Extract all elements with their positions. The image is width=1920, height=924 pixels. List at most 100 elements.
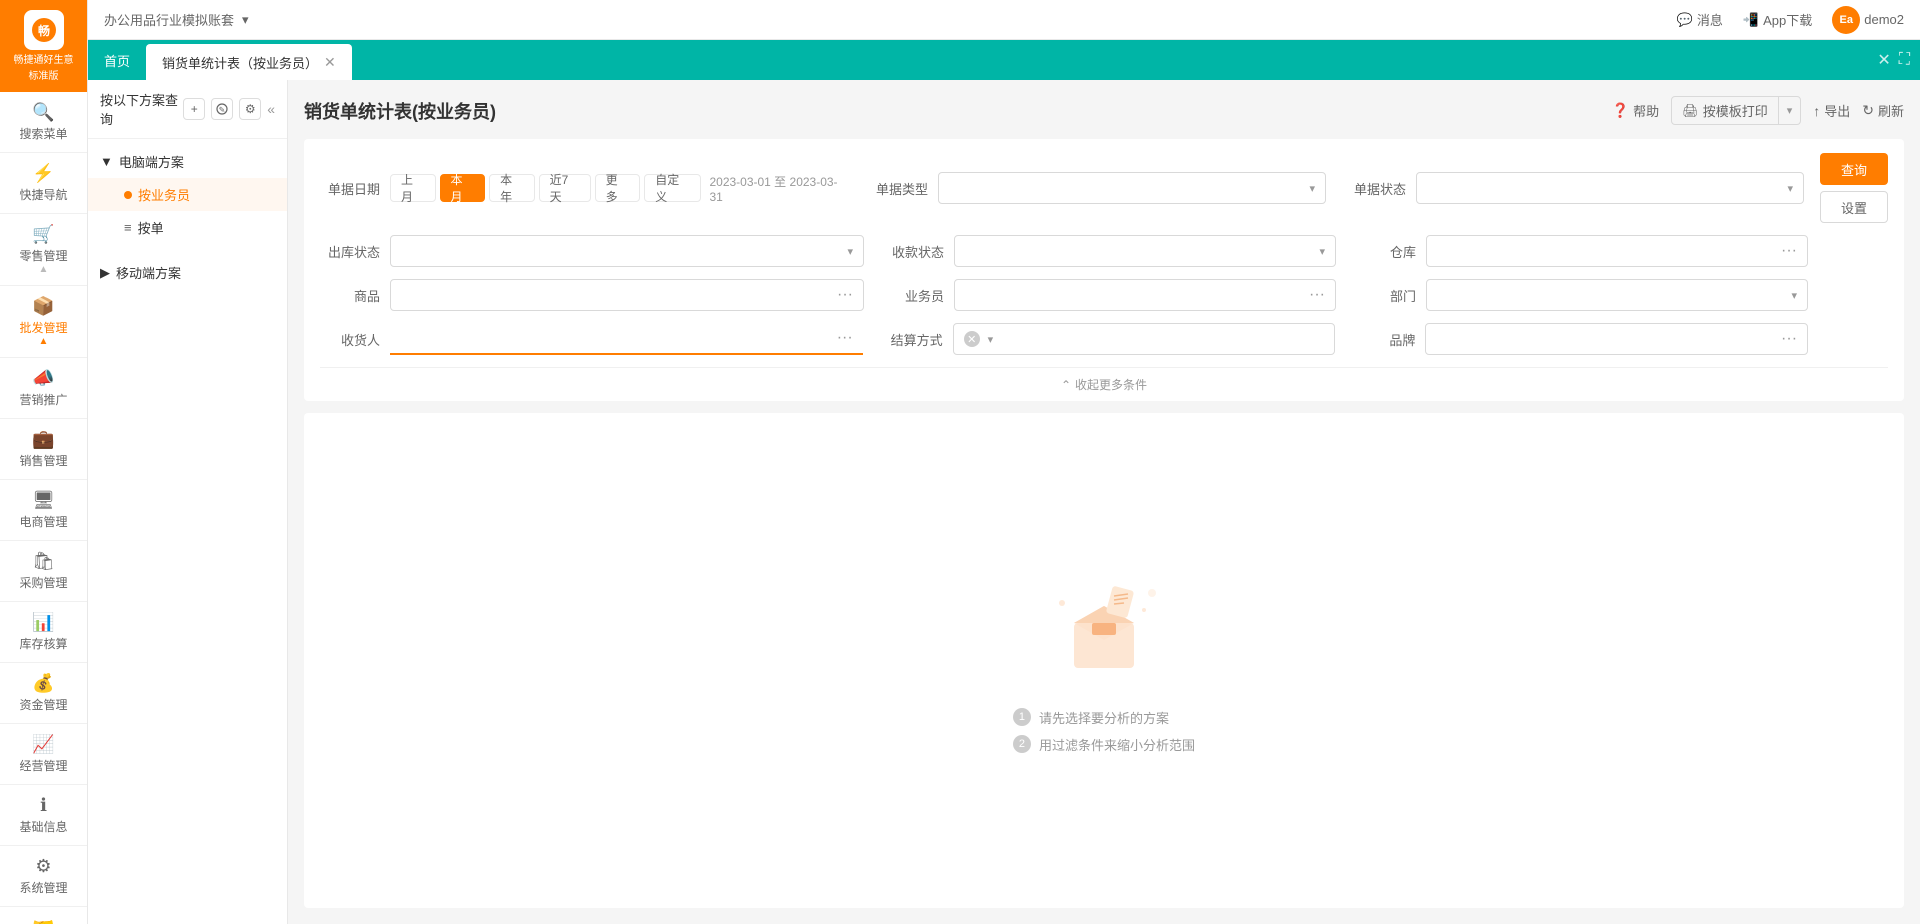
sidebar-item-label: 基础信息 — [19, 818, 67, 835]
sidebar-item-label: 搜索菜单 — [19, 125, 67, 142]
collapse-more-btn[interactable]: ⌃ 收起更多条件 — [320, 367, 1888, 401]
sidebar-item-quicknav[interactable]: ⚡ 快捷导航 — [0, 153, 87, 214]
print-label: 按模板打印 — [1703, 101, 1768, 120]
nav-group-pc[interactable]: ▼ 电脑端方案 — [88, 145, 287, 178]
nav-item-by-order[interactable]: ≡ 按单 — [88, 211, 287, 244]
user-profile[interactable]: Ea demo2 — [1832, 6, 1904, 34]
empty-illustration — [1044, 568, 1164, 688]
top-header: 办公用品行业模拟账套 ▾ 💬 消息 📲 App下载 Ea demo2 — [88, 0, 1920, 40]
nav-settings-btn[interactable]: ⚙ — [239, 98, 261, 120]
dept-col: 部门 ▾ — [1356, 279, 1808, 311]
date-btn-last-month[interactable]: 上月 — [390, 174, 436, 202]
recipient-field[interactable]: ··· — [390, 323, 863, 355]
tab-home[interactable]: 首页 — [88, 40, 146, 80]
settlement-clear-btn[interactable]: ✕ — [964, 331, 980, 347]
salesperson-label: 业务员 — [884, 286, 954, 305]
sidebar-item-system[interactable]: ⚙ 系统管理 — [0, 846, 87, 907]
sidebar-item-operations[interactable]: 📈 经营管理 — [0, 724, 87, 785]
app-logo: 畅 畅捷通好生意 标准版 — [0, 0, 88, 92]
date-btn-more[interactable]: 更多 — [595, 174, 641, 202]
sidebar-item-inventory[interactable]: 📊 库存核算 — [0, 602, 87, 663]
message-btn[interactable]: 💬 消息 — [1677, 10, 1723, 29]
sidebar-item-label: 资金管理 — [19, 696, 67, 713]
doc-status-arrow-icon: ▾ — [1787, 182, 1793, 195]
goods-label: 商品 — [320, 286, 390, 305]
sidebar-item-retail[interactable]: 🛒 零售管理 ▲ — [0, 214, 87, 286]
goods-field[interactable]: ··· — [390, 279, 864, 311]
nav-mobile-group: ▶ 移动端方案 — [88, 250, 287, 295]
sidebar-item-purchase[interactable]: 🛍 采购管理 — [0, 541, 87, 602]
date-btn-this-month[interactable]: 本月 — [440, 174, 486, 202]
tip-2-text: 用过滤条件来缩小分析范围 — [1039, 735, 1195, 754]
finance-icon: 💰 — [32, 673, 54, 694]
date-btn-this-year[interactable]: 本年 — [489, 174, 535, 202]
doc-type-arrow-icon: ▾ — [1309, 182, 1315, 195]
date-selector: 上月 本月 本年 近7天 更多 自定义 2023-03-01 至 2023-03… — [390, 173, 848, 204]
sidebar-item-basic-info[interactable]: ℹ 基础信息 — [0, 785, 87, 846]
nav-edit-btn[interactable]: ✎ — [211, 98, 233, 120]
print-btn-group: 🖨 按模板打印 ▾ — [1671, 96, 1801, 125]
tab-sales-stat[interactable]: 销货单统计表（按业务员） ✕ — [146, 44, 352, 80]
warehouse-field[interactable]: ··· — [1426, 235, 1808, 267]
settings-button[interactable]: 设置 — [1820, 191, 1888, 223]
logo-icon: 畅 — [24, 10, 64, 50]
out-status-field[interactable]: ▾ — [390, 235, 864, 267]
left-nav-actions: + ✎ ⚙ « — [183, 98, 275, 120]
tab-close-window-icon[interactable]: ✕ — [1877, 50, 1890, 70]
date-btn-custom[interactable]: 自定义 — [644, 174, 701, 202]
doc-status-field[interactable]: ▾ — [1416, 172, 1804, 204]
query-button[interactable]: 查询 — [1820, 153, 1888, 185]
doc-status-label: 单据状态 — [1346, 179, 1416, 198]
message-label: 消息 — [1697, 10, 1723, 29]
help-btn[interactable]: ❓ 帮助 — [1612, 101, 1659, 120]
nav-group-mobile[interactable]: ▶ 移动端方案 — [88, 256, 287, 289]
settlement-col: 结算方式 ✕ ▾ — [883, 323, 1336, 355]
svg-text:✎: ✎ — [219, 106, 226, 115]
query-btn-group: 查询 设置 — [1820, 153, 1888, 223]
export-label: 导出 — [1824, 101, 1850, 120]
filter-row-1: 单据日期 上月 本月 本年 近7天 更多 自定义 2023-03-01 至 20… — [320, 153, 1888, 223]
tab-close-icon[interactable]: ✕ — [324, 54, 336, 71]
sidebar-item-label: 快捷导航 — [19, 186, 67, 203]
ecommerce-icon: 🖥 — [32, 490, 55, 511]
header-breadcrumb: 办公用品行业模拟账套 ▾ — [104, 10, 249, 29]
sidebar-item-finance[interactable]: 💰 资金管理 — [0, 663, 87, 724]
inventory-icon: 📊 — [32, 612, 54, 633]
content-wrapper: 按以下方案查询 + ✎ ⚙ « ▼ 电脑端方案 — [88, 80, 1920, 924]
filter-row-2: 出库状态 ▾ 收款状态 ▾ 仓库 ··· — [320, 235, 1888, 267]
date-btn-7days[interactable]: 近7天 — [539, 174, 591, 202]
filter-row-4: 收货人 ··· 结算方式 ✕ ▾ 品牌 — [320, 323, 1888, 355]
collapse-chevron-icon: ⌃ — [1061, 378, 1071, 392]
sidebar-item-cooperation[interactable]: 🤝 企业协同 — [0, 907, 87, 924]
nav-add-btn[interactable]: + — [183, 98, 205, 120]
print-dropdown-btn[interactable]: ▾ — [1779, 100, 1801, 121]
sidebar-item-search[interactable]: 🔍 搜索菜单 — [0, 92, 87, 153]
date-label: 单据日期 — [320, 179, 390, 198]
sidebar-item-ecommerce[interactable]: 🖥 电商管理 — [0, 480, 87, 541]
nav-collapse-btn[interactable]: « — [267, 101, 275, 117]
settlement-field[interactable]: ✕ ▾ — [953, 323, 1336, 355]
pay-status-field[interactable]: ▾ — [954, 235, 1336, 267]
dept-field[interactable]: ▾ — [1426, 279, 1808, 311]
page-title-bar: 销货单统计表(按业务员) ❓ 帮助 🖨 按模板打印 ▾ ↑ — [304, 96, 1904, 125]
sidebar-item-label: 采购管理 — [19, 574, 67, 591]
expand-icon: ▲ — [39, 264, 49, 275]
search-icon: 🔍 — [32, 102, 54, 123]
export-btn[interactable]: ↑ 导出 — [1813, 101, 1850, 120]
sales-icon: 💼 — [32, 429, 54, 450]
tab-fullscreen-icon[interactable]: ⛶ — [1899, 51, 1910, 69]
app-download-label: App下载 — [1763, 10, 1812, 29]
pay-status-arrow-icon: ▾ — [1319, 245, 1325, 258]
salesperson-field[interactable]: ··· — [954, 279, 1336, 311]
nav-item-by-salesperson[interactable]: 按业务员 — [88, 178, 287, 211]
sidebar-item-sales[interactable]: 💼 销售管理 — [0, 419, 87, 480]
sidebar-item-wholesale[interactable]: 📦 批发管理 ▲ — [0, 286, 87, 358]
doc-type-field[interactable]: ▾ — [938, 172, 1326, 204]
brand-field[interactable]: ··· — [1425, 323, 1808, 355]
refresh-btn[interactable]: ↻ 刷新 — [1862, 101, 1904, 120]
app-download-btn[interactable]: 📲 App下载 — [1743, 10, 1812, 29]
sidebar-item-marketing[interactable]: 📣 营销推广 — [0, 358, 87, 419]
header-right-actions: 💬 消息 📲 App下载 Ea demo2 — [1677, 6, 1904, 34]
breadcrumb-arrow-icon[interactable]: ▾ — [242, 12, 249, 28]
print-btn[interactable]: 🖨 按模板打印 — [1672, 97, 1779, 124]
